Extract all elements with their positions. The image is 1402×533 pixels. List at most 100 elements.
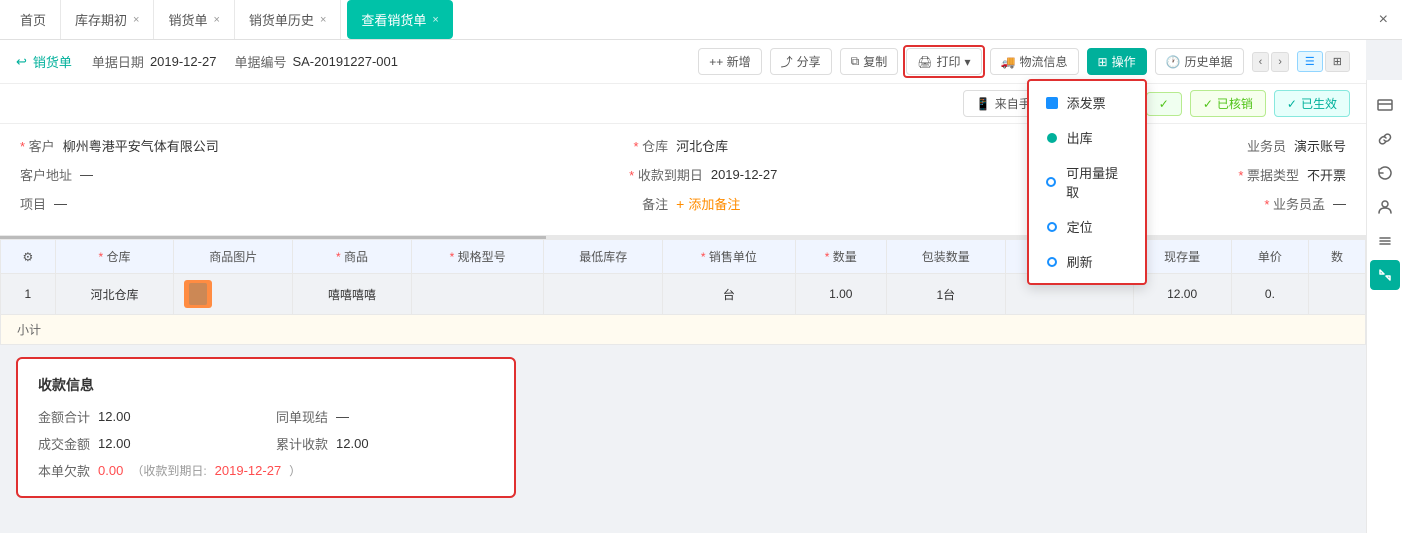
same-order-row: 同单现结 — xyxy=(276,407,494,426)
table-row: 1 河北仓库 嘻嘻嘻嘻 台 1.00 xyxy=(1,274,1366,315)
cell-qty: 1.00 xyxy=(795,274,886,315)
cell-warehouse: 河北仓库 xyxy=(55,274,174,315)
add-icon: + xyxy=(709,55,716,69)
summary-section: 收款信息 金额合计 12.00 同单现结 — 成交金额 12.00 xyxy=(16,357,516,498)
copy-button[interactable]: ⧉ 复制 xyxy=(840,48,899,75)
print-arrow: ▾ xyxy=(965,55,971,69)
col-product: * 商品 xyxy=(293,240,412,274)
cell-current: 12.00 xyxy=(1133,274,1231,315)
next-button[interactable]: › xyxy=(1271,52,1289,72)
cell-unit: 台 xyxy=(663,274,796,315)
window-close-button[interactable]: × xyxy=(1379,11,1388,29)
tab-home[interactable]: 首页 xyxy=(10,0,61,39)
project-label: 项目 xyxy=(20,194,46,213)
address-label: 客户地址 xyxy=(20,165,72,184)
operations-button[interactable]: ⊞ 操作 xyxy=(1087,48,1147,75)
dropdown-refresh[interactable]: 刷新 xyxy=(1029,244,1145,279)
side-icon-refresh[interactable] xyxy=(1370,158,1400,188)
product-table: ⚙ * 仓库 商品图片 * 商品 * 规格型号 最低库存 * 销售单位 * 数量… xyxy=(0,239,1366,345)
cell-min-stock xyxy=(544,274,663,315)
subtotal-row: 小计 xyxy=(1,315,1366,345)
share-icon: ⤴ xyxy=(781,53,793,70)
tab-sales-order[interactable]: 销货单 × xyxy=(154,0,234,39)
customer-value: 柳州粤港平安气体有限公司 xyxy=(63,136,219,155)
form-row-2: 客户地址 — 收款到期日 2019-12-27 票据类型 不开票 xyxy=(20,165,1346,184)
tab-close-view[interactable]: × xyxy=(432,14,438,26)
right-panel xyxy=(1366,80,1402,533)
product-image xyxy=(184,280,212,308)
history-button[interactable]: 🕐 历史单据 xyxy=(1155,48,1244,75)
project-field: 项目 — xyxy=(20,194,612,213)
project-value: — xyxy=(54,196,67,211)
prev-button[interactable]: ‹ xyxy=(1252,52,1270,72)
print-button[interactable]: 🖨 打印 ▾ xyxy=(906,48,981,75)
doc-title-group: ↩ 销货单 xyxy=(16,52,72,71)
deal-amount-label: 成交金额 xyxy=(38,434,90,453)
col-gear[interactable]: ⚙ xyxy=(1,240,56,274)
plus-icon: + xyxy=(676,196,684,212)
total-amount-label: 金额合计 xyxy=(38,407,90,426)
dropdown-available-pickup[interactable]: 可用量提取 xyxy=(1029,155,1145,209)
dropdown-outbound[interactable]: 出库 xyxy=(1029,120,1145,155)
form-row-3: 项目 — 备注 + 添加备注 业务员孟 — xyxy=(20,194,1346,213)
col-spec: * 规格型号 xyxy=(411,240,544,274)
effective-badge[interactable]: ✓ 已生效 xyxy=(1274,90,1350,117)
form-section: 客户 柳州粤港平安气体有限公司 仓库 河北仓库 业务员 演示账号 客户地址 xyxy=(0,124,1366,235)
list-view-button[interactable]: ☰ xyxy=(1297,51,1323,72)
side-icon-user[interactable] xyxy=(1370,192,1400,222)
copy-icon: ⧉ xyxy=(851,54,860,69)
tab-sales-history[interactable]: 销货单历史 × xyxy=(235,0,341,39)
side-icon-list[interactable] xyxy=(1370,226,1400,256)
number-value: SA-20191227-001 xyxy=(292,54,398,69)
toolbar: + + 新增 ⤴ 分享 ⧉ 复制 🖨 打印 xyxy=(698,48,1350,75)
cell-extra xyxy=(1309,274,1366,315)
side-icon-link[interactable] xyxy=(1370,124,1400,154)
add-note-button[interactable]: + 添加备注 xyxy=(676,194,740,213)
share-button[interactable]: ⤴ 分享 xyxy=(770,48,832,75)
address-value: — xyxy=(80,167,93,182)
refresh-icon-dropdown xyxy=(1045,255,1059,269)
arrears-date: 2019-12-27 xyxy=(215,463,282,478)
phone-icon: 📱 xyxy=(976,97,991,111)
employee-value: 演示账号 xyxy=(1294,136,1346,155)
doc-header: ↩ 销货单 单据日期 2019-12-27 单据编号 SA-20191227-0… xyxy=(0,40,1366,84)
nav-arrows: ‹ › xyxy=(1252,52,1289,72)
grid-view-button[interactable]: ⊞ xyxy=(1325,51,1350,72)
cell-price: 0. xyxy=(1231,274,1308,315)
print-button-wrapper: 🖨 打印 ▾ xyxy=(906,48,981,75)
tab-close-sales[interactable]: × xyxy=(213,14,219,26)
tab-close-history[interactable]: × xyxy=(320,14,326,26)
subtotal-label: 小计 xyxy=(1,315,1366,345)
truck-icon: 🚚 xyxy=(1001,55,1016,69)
dropdown-add-invoice[interactable]: 添发票 xyxy=(1029,85,1145,120)
doc-number-field: 单据编号 SA-20191227-001 xyxy=(234,52,398,71)
side-icon-card[interactable] xyxy=(1370,90,1400,120)
same-order-label: 同单现结 xyxy=(276,407,328,426)
salesperson-field: 业务员孟 — xyxy=(1264,194,1346,213)
same-order-value: — xyxy=(336,409,349,424)
dropdown-locate[interactable]: 定位 xyxy=(1029,209,1145,244)
arrears-note-end: ） xyxy=(289,462,301,479)
logistics-button[interactable]: 🚚 物流信息 xyxy=(990,48,1079,75)
confirmed-badge[interactable]: ✓ 已核销 xyxy=(1190,90,1266,117)
doc-title-text: 销货单 xyxy=(33,52,72,71)
cell-no: 1 xyxy=(1,274,56,315)
history-icon: 🕐 xyxy=(1166,55,1181,69)
col-pack-qty: 包装数量 xyxy=(886,240,1005,274)
cell-product: 嘻嘻嘻嘻 xyxy=(293,274,412,315)
date-value: 2019-12-27 xyxy=(150,54,217,69)
tab-inventory-init[interactable]: 库存期初 × xyxy=(61,0,154,39)
ticket-type-value: 不开票 xyxy=(1307,165,1346,184)
deal-amount-value: 12.00 xyxy=(98,436,131,451)
tab-close-inventory[interactable]: × xyxy=(133,14,139,26)
total-amount-row: 金额合计 12.00 xyxy=(38,407,256,426)
col-warehouse: * 仓库 xyxy=(55,240,174,274)
view-buttons: ☰ ⊞ xyxy=(1297,51,1350,72)
tab-view-sales[interactable]: 查看销货单 × xyxy=(347,0,452,39)
table-header-row: ⚙ * 仓库 商品图片 * 商品 * 规格型号 最低库存 * 销售单位 * 数量… xyxy=(1,240,1366,274)
remark-label: 备注 xyxy=(642,194,668,213)
add-button[interactable]: + + 新增 xyxy=(698,48,761,75)
cumulative-label: 累计收款 xyxy=(276,434,328,453)
arrears-row: 本单欠款 0.00 （收款到期日: 2019-12-27 ） xyxy=(38,461,494,480)
side-icon-expand[interactable] xyxy=(1370,260,1400,290)
